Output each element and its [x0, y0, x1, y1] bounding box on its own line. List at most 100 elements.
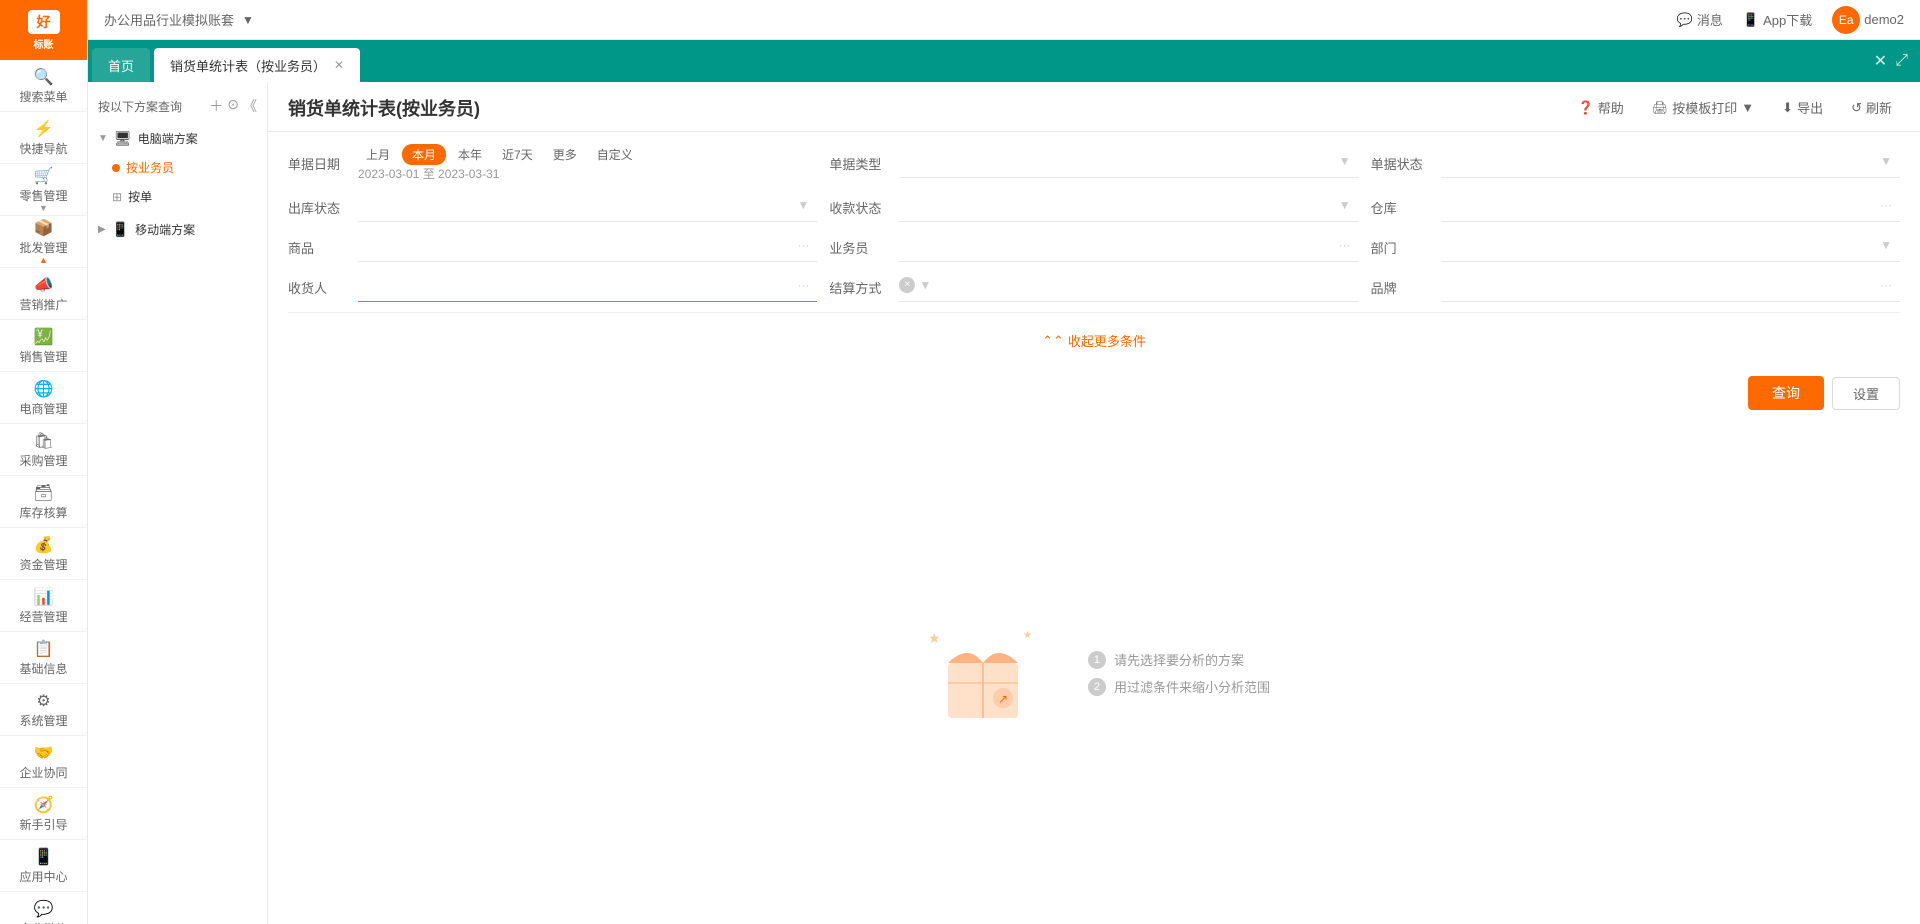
- sidebar-item-search[interactable]: 🔍 搜索菜单: [0, 60, 88, 112]
- query-btn[interactable]: 查询: [1748, 376, 1824, 410]
- brand-field[interactable]: ···: [1441, 272, 1900, 302]
- date-tab-more[interactable]: 更多: [545, 144, 585, 165]
- empty-area: ★ ★ · ↗ 1 请先选择要分析的方案: [268, 422, 1920, 924]
- warehouse-field[interactable]: ···: [1441, 192, 1900, 222]
- sidebar-item-marketing-label: 营销推广: [19, 298, 67, 312]
- date-tab-7days[interactable]: 近7天: [494, 144, 541, 165]
- sidebar-item-operations[interactable]: 📊 经营管理: [0, 580, 88, 632]
- sidebar-item-marketing[interactable]: 📣 营销推广: [0, 268, 88, 320]
- page-title-row: 销货单统计表(按业务员) ❓ 帮助 🖨 按模板打印 ▼ ⬇: [288, 94, 1900, 121]
- dept-dropdown-icon[interactable]: ▼: [1880, 238, 1892, 252]
- scheme-tree-by-salesman[interactable]: 按业务员: [88, 153, 267, 182]
- filter-row-2: 出库状态 ▼ 收款状态 ▼ 仓库: [288, 192, 1900, 222]
- doc-type-field[interactable]: ▼: [899, 148, 1358, 178]
- out-status-field[interactable]: ▼: [358, 192, 817, 222]
- goods-more-icon[interactable]: ···: [797, 238, 809, 252]
- tab-bar-right: ✕ ⤢: [1862, 40, 1920, 82]
- export-btn[interactable]: ⬇ 导出: [1774, 94, 1831, 121]
- help-btn[interactable]: ❓ 帮助: [1570, 94, 1632, 121]
- search-nav-icon: 🔍: [34, 67, 54, 87]
- doc-status-input[interactable]: [1441, 153, 1876, 168]
- doc-status-dropdown-icon[interactable]: ▼: [1880, 154, 1892, 168]
- setting-btn[interactable]: 设置: [1832, 377, 1900, 410]
- tab-maximize-icon[interactable]: ⤢: [1895, 52, 1908, 70]
- sales-icon: 💹: [34, 327, 54, 347]
- sidebar-item-purchase[interactable]: 🛍 采购管理: [0, 424, 88, 476]
- payment-dropdown-icon[interactable]: ▼: [919, 278, 931, 292]
- sidebar-item-wholesale-label: 批发管理: [19, 241, 67, 255]
- salesman-more-icon[interactable]: ···: [1339, 238, 1351, 252]
- add-scheme-btn[interactable]: ＋: [209, 96, 223, 116]
- sidebar-item-sales[interactable]: 💹 销售管理: [0, 320, 88, 372]
- sidebar-item-operations-label: 经营管理: [19, 610, 67, 624]
- edit-scheme-btn[interactable]: ⊙: [227, 96, 239, 116]
- tab-close-icon[interactable]: ✕: [334, 58, 344, 72]
- goods-field[interactable]: ···: [358, 232, 817, 262]
- payment-field[interactable]: × ▼: [899, 272, 1358, 302]
- sidebar-item-ecommerce[interactable]: 🌐 电商管理: [0, 372, 88, 424]
- page-actions: ❓ 帮助 🖨 按模板打印 ▼ ⬇ 导出 ↺: [1570, 94, 1900, 121]
- date-tab-custom[interactable]: 自定义: [589, 144, 641, 165]
- top-bar-left: 办公用品行业模拟账套 ▼: [104, 10, 254, 29]
- dept-field[interactable]: ▼: [1441, 232, 1900, 262]
- consignee-input[interactable]: [358, 277, 793, 292]
- doc-status-label: 单据状态: [1371, 154, 1441, 173]
- scheme-tree-mobile-folder[interactable]: ▶ 📱 移动端方案: [88, 215, 267, 244]
- scheme-tree-by-order[interactable]: ⊞ 按单: [88, 182, 267, 211]
- receipt-status-input[interactable]: [899, 197, 1334, 212]
- date-tab-thisyear[interactable]: 本年: [450, 144, 490, 165]
- scheme-panel-actions: ＋ ⊙ 《: [209, 96, 257, 116]
- brand-more-icon[interactable]: ···: [1880, 278, 1892, 292]
- sidebar-item-finance[interactable]: 💰 资金管理: [0, 528, 88, 580]
- doc-type-dropdown-icon[interactable]: ▼: [1339, 154, 1351, 168]
- message-icon: 💬: [1677, 12, 1693, 28]
- date-tab-lastmonth[interactable]: 上月: [358, 144, 398, 165]
- collapse-btn[interactable]: ⌃⌃ 收起更多条件: [288, 325, 1900, 356]
- consignee-field[interactable]: ···: [358, 272, 817, 302]
- warehouse-more-icon[interactable]: ···: [1880, 198, 1892, 212]
- sidebar-item-appcenter[interactable]: 📱 应用中心: [0, 840, 88, 892]
- sidebar-item-enterprise[interactable]: 🤝 企业协同: [0, 736, 88, 788]
- tab-close-window-icon[interactable]: ✕: [1874, 51, 1887, 71]
- out-status-input[interactable]: [358, 197, 793, 212]
- messages-btn[interactable]: 💬 消息: [1677, 10, 1723, 29]
- user-info[interactable]: Ea demo2: [1832, 6, 1904, 34]
- sidebar-item-newuser[interactable]: 🧭 新手引导: [0, 788, 88, 840]
- sidebar-item-quicknav[interactable]: ⚡ 快捷导航: [0, 112, 88, 164]
- payment-clear-btn[interactable]: ×: [899, 277, 915, 293]
- doc-type-input[interactable]: [899, 153, 1334, 168]
- sidebar-item-retail[interactable]: 🛒 零售管理 ▼: [0, 164, 88, 216]
- date-tab-thismonth[interactable]: 本月: [402, 144, 446, 165]
- sidebar-item-wholesale[interactable]: 📦 批发管理 ▲: [0, 216, 88, 268]
- salesman-field[interactable]: ···: [899, 232, 1358, 262]
- dept-input[interactable]: [1441, 237, 1876, 252]
- app-name: 标账: [34, 36, 54, 51]
- goods-input[interactable]: [358, 237, 793, 252]
- tab-sales-stat[interactable]: 销货单统计表（按业务员） ✕: [154, 48, 360, 82]
- sidebar-item-newuser-label: 新手引导: [19, 818, 67, 832]
- consignee-more-icon[interactable]: ···: [797, 278, 809, 292]
- out-status-dropdown-icon[interactable]: ▼: [797, 198, 809, 212]
- scheme-tree-pc-folder[interactable]: ▼ 🖥 电脑端方案: [88, 124, 267, 153]
- salesman-input[interactable]: [899, 237, 1334, 252]
- template-print-label: 按模板打印: [1672, 98, 1737, 117]
- sidebar-item-wechat[interactable]: 💬 企业微信: [0, 892, 88, 924]
- receipt-status-field[interactable]: ▼: [899, 192, 1358, 222]
- sidebar-item-system[interactable]: ⚙ 系统管理: [0, 684, 88, 736]
- warehouse-input[interactable]: [1441, 197, 1876, 212]
- template-print-btn[interactable]: 🖨 按模板打印 ▼: [1644, 94, 1762, 121]
- app-download-btn[interactable]: 📱 App下载: [1743, 10, 1812, 29]
- suite-dropdown-icon[interactable]: ▼: [242, 13, 254, 27]
- sidebar-item-inventory[interactable]: 🗃 库存核算: [0, 476, 88, 528]
- receipt-status-dropdown-icon[interactable]: ▼: [1339, 198, 1351, 212]
- filter-row-3: 商品 ··· 业务员 ··· 部门: [288, 232, 1900, 262]
- tip-text-2: 用过滤条件来缩小分析范围: [1114, 677, 1270, 696]
- sidebar-item-basic[interactable]: 📋 基础信息: [0, 632, 88, 684]
- payment-filter-col: 结算方式 × ▼: [829, 272, 1358, 302]
- brand-input[interactable]: [1441, 277, 1876, 292]
- collapse-scheme-btn[interactable]: 《: [243, 96, 257, 116]
- doc-status-field[interactable]: ▼: [1441, 148, 1900, 178]
- tab-home[interactable]: 首页: [92, 48, 150, 82]
- refresh-btn[interactable]: ↺ 刷新: [1843, 94, 1900, 121]
- print-icon: 🖨: [1652, 100, 1669, 116]
